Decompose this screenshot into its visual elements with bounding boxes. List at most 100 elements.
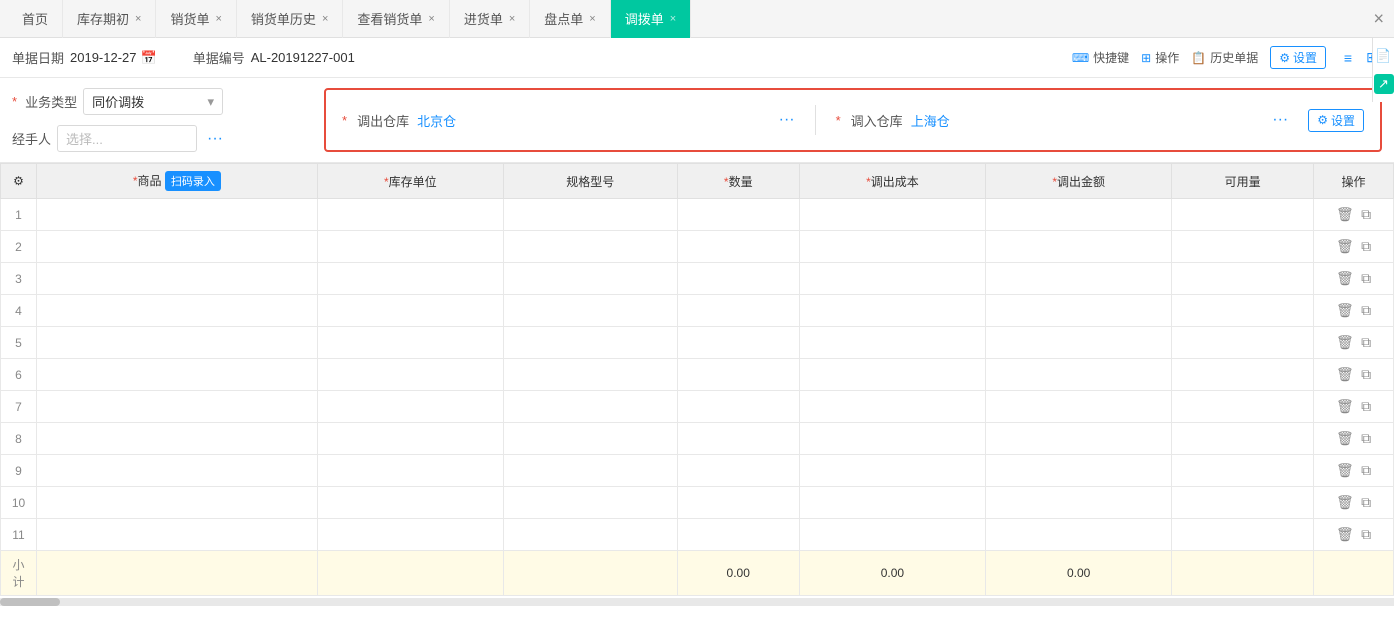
copy-icon-3[interactable]: ⧉ bbox=[1361, 270, 1371, 286]
row-spec-3[interactable] bbox=[503, 263, 677, 295]
row-unit-1[interactable] bbox=[317, 199, 503, 231]
row-available-5[interactable] bbox=[1172, 327, 1314, 359]
row-amount-5[interactable] bbox=[986, 327, 1172, 359]
row-product-8[interactable] bbox=[37, 423, 318, 455]
row-amount-9[interactable] bbox=[986, 455, 1172, 487]
row-spec-9[interactable] bbox=[503, 455, 677, 487]
row-unit-10[interactable] bbox=[317, 487, 503, 519]
tab-home[interactable]: 首页 bbox=[8, 0, 63, 38]
copy-icon-7[interactable]: ⧉ bbox=[1361, 398, 1371, 414]
row-product-5[interactable] bbox=[37, 327, 318, 359]
side-export-icon[interactable]: ↗ bbox=[1374, 74, 1394, 94]
row-cost-2[interactable] bbox=[799, 231, 985, 263]
row-available-7[interactable] bbox=[1172, 391, 1314, 423]
delete-icon-1[interactable]: 🗑 bbox=[1336, 206, 1354, 222]
tab-transfer[interactable]: 调拨单 × bbox=[611, 0, 691, 38]
row-amount-4[interactable] bbox=[986, 295, 1172, 327]
delete-icon-7[interactable]: 🗑 bbox=[1336, 398, 1354, 414]
delete-icon-4[interactable]: 🗑 bbox=[1336, 302, 1354, 318]
row-cost-10[interactable] bbox=[799, 487, 985, 519]
tab-purchase-close[interactable]: × bbox=[509, 13, 515, 25]
delete-icon-10[interactable]: 🗑 bbox=[1336, 494, 1354, 510]
row-unit-7[interactable] bbox=[317, 391, 503, 423]
row-spec-1[interactable] bbox=[503, 199, 677, 231]
row-product-9[interactable] bbox=[37, 455, 318, 487]
row-qty-10[interactable] bbox=[677, 487, 799, 519]
row-spec-11[interactable] bbox=[503, 519, 677, 551]
business-type-select[interactable]: 同价调拨 ▾ bbox=[83, 88, 223, 115]
row-spec-6[interactable] bbox=[503, 359, 677, 391]
row-qty-7[interactable] bbox=[677, 391, 799, 423]
row-product-7[interactable] bbox=[37, 391, 318, 423]
copy-icon-4[interactable]: ⧉ bbox=[1361, 302, 1371, 318]
tab-sales-order-close[interactable]: × bbox=[215, 13, 221, 25]
delete-icon-5[interactable]: 🗑 bbox=[1336, 334, 1354, 350]
row-cost-5[interactable] bbox=[799, 327, 985, 359]
row-spec-8[interactable] bbox=[503, 423, 677, 455]
delete-icon-6[interactable]: 🗑 bbox=[1336, 366, 1354, 382]
calendar-icon[interactable]: 📅 bbox=[141, 50, 157, 66]
copy-icon-8[interactable]: ⧉ bbox=[1361, 430, 1371, 446]
row-available-11[interactable] bbox=[1172, 519, 1314, 551]
row-available-2[interactable] bbox=[1172, 231, 1314, 263]
row-amount-6[interactable] bbox=[986, 359, 1172, 391]
row-cost-9[interactable] bbox=[799, 455, 985, 487]
copy-icon-6[interactable]: ⧉ bbox=[1361, 366, 1371, 382]
row-qty-2[interactable] bbox=[677, 231, 799, 263]
tab-view-sales[interactable]: 查看销货单 × bbox=[343, 0, 449, 38]
tab-inventory-check[interactable]: 盘点单 × bbox=[530, 0, 610, 38]
row-unit-2[interactable] bbox=[317, 231, 503, 263]
copy-icon-2[interactable]: ⧉ bbox=[1361, 238, 1371, 254]
shortcut-action[interactable]: ⌨ 快捷键 bbox=[1072, 49, 1129, 66]
tab-inventory-init-close[interactable]: × bbox=[135, 13, 141, 25]
row-qty-3[interactable] bbox=[677, 263, 799, 295]
row-available-4[interactable] bbox=[1172, 295, 1314, 327]
row-cost-6[interactable] bbox=[799, 359, 985, 391]
warehouse-out-more-icon[interactable]: ··· bbox=[779, 111, 795, 129]
tab-sales-history-close[interactable]: × bbox=[322, 13, 328, 25]
row-cost-3[interactable] bbox=[799, 263, 985, 295]
settings-button[interactable]: ⚙ 设置 bbox=[1270, 46, 1326, 69]
operations-action[interactable]: ⊞ 操作 bbox=[1141, 49, 1179, 66]
row-qty-5[interactable] bbox=[677, 327, 799, 359]
row-amount-3[interactable] bbox=[986, 263, 1172, 295]
row-available-8[interactable] bbox=[1172, 423, 1314, 455]
delete-icon-8[interactable]: 🗑 bbox=[1336, 430, 1354, 446]
th-gear[interactable]: ⚙ bbox=[1, 164, 37, 199]
row-spec-10[interactable] bbox=[503, 487, 677, 519]
row-qty-6[interactable] bbox=[677, 359, 799, 391]
row-product-4[interactable] bbox=[37, 295, 318, 327]
row-cost-4[interactable] bbox=[799, 295, 985, 327]
row-available-3[interactable] bbox=[1172, 263, 1314, 295]
row-available-9[interactable] bbox=[1172, 455, 1314, 487]
side-note-icon[interactable]: 📄 bbox=[1374, 46, 1394, 66]
manager-select[interactable]: 选择... bbox=[57, 125, 197, 152]
copy-icon-11[interactable]: ⧉ bbox=[1361, 526, 1371, 542]
row-product-1[interactable] bbox=[37, 199, 318, 231]
row-amount-2[interactable] bbox=[986, 231, 1172, 263]
warehouse-settings-button[interactable]: ⚙ 设置 bbox=[1308, 109, 1364, 132]
row-spec-5[interactable] bbox=[503, 327, 677, 359]
row-qty-9[interactable] bbox=[677, 455, 799, 487]
copy-icon-10[interactable]: ⧉ bbox=[1361, 494, 1371, 510]
row-available-1[interactable] bbox=[1172, 199, 1314, 231]
row-spec-4[interactable] bbox=[503, 295, 677, 327]
row-product-11[interactable] bbox=[37, 519, 318, 551]
row-available-10[interactable] bbox=[1172, 487, 1314, 519]
row-cost-1[interactable] bbox=[799, 199, 985, 231]
row-unit-5[interactable] bbox=[317, 327, 503, 359]
row-product-6[interactable] bbox=[37, 359, 318, 391]
warehouse-in-more-icon[interactable]: ··· bbox=[1272, 111, 1288, 129]
row-amount-10[interactable] bbox=[986, 487, 1172, 519]
row-product-3[interactable] bbox=[37, 263, 318, 295]
tab-sales-order[interactable]: 销货单 × bbox=[156, 0, 236, 38]
scrollbar-thumb[interactable] bbox=[0, 598, 60, 606]
tab-sales-history[interactable]: 销货单历史 × bbox=[237, 0, 343, 38]
row-cost-11[interactable] bbox=[799, 519, 985, 551]
tab-purchase[interactable]: 进货单 × bbox=[450, 0, 530, 38]
history-action[interactable]: 📋 历史单据 bbox=[1191, 49, 1258, 66]
layout-list-icon[interactable]: ≡ bbox=[1338, 48, 1358, 68]
row-amount-7[interactable] bbox=[986, 391, 1172, 423]
tab-inventory-check-close[interactable]: × bbox=[589, 13, 595, 25]
delete-icon-3[interactable]: 🗑 bbox=[1336, 270, 1354, 286]
